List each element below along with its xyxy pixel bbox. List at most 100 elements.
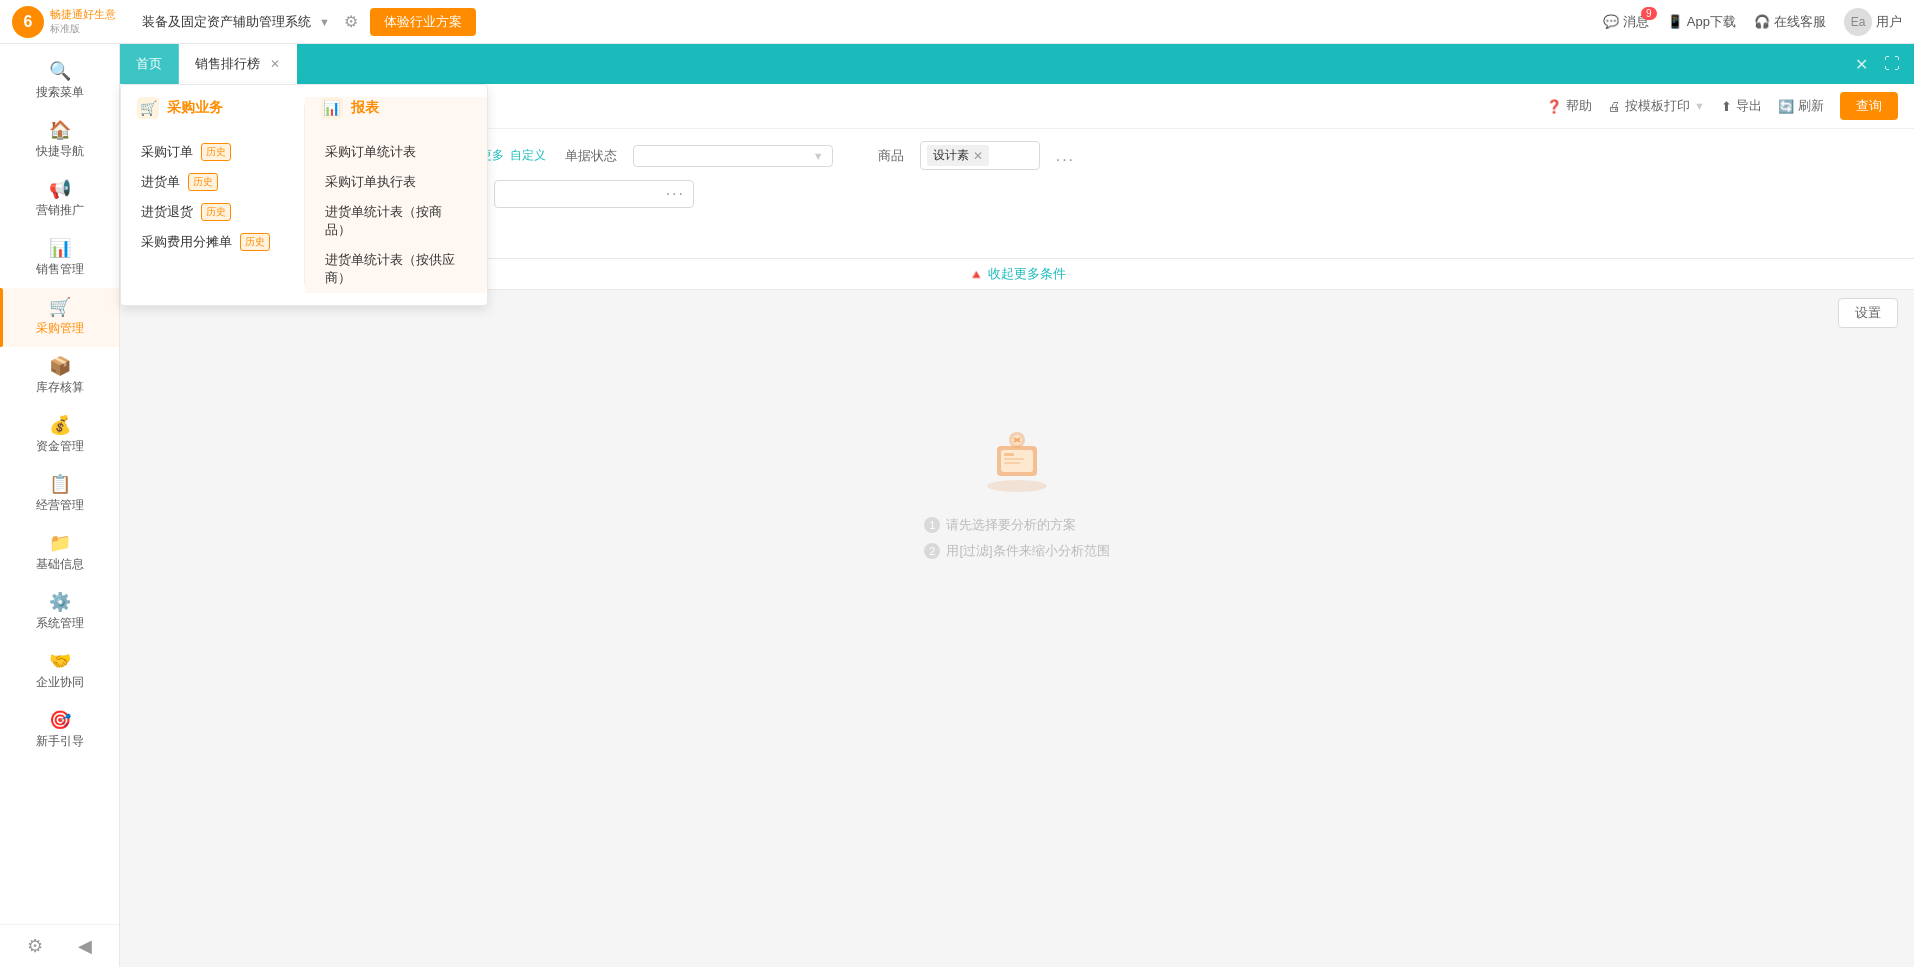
empty-illustration [977, 416, 1057, 496]
sidebar-item-label: 库存核算 [36, 379, 84, 396]
report-section-icon: 📊 [321, 97, 343, 119]
collapse-sidebar-icon[interactable]: ◀ [78, 935, 92, 957]
message-icon: 💬 [1603, 14, 1619, 29]
sidebar-item-operation[interactable]: 📋 经营管理 [0, 465, 119, 524]
gear-icon: ⚙️ [49, 593, 71, 611]
sidebar-item-label: 搜索菜单 [36, 84, 84, 101]
menu-item-inbound[interactable]: 进货单 历史 [137, 167, 288, 197]
online-service-item[interactable]: 🎧 在线客服 [1754, 13, 1826, 31]
sidebar-item-label: 经营管理 [36, 497, 84, 514]
handshake-icon: 🤝 [49, 652, 71, 670]
help-button[interactable]: ❓ 帮助 [1546, 97, 1592, 115]
menu-item-inbound-by-goods[interactable]: 进货单统计表（按商品） [321, 197, 472, 245]
svg-rect-4 [1004, 458, 1024, 460]
sidebar-item-quick-nav[interactable]: 🏠 快捷导航 [0, 111, 119, 170]
tip-num-1: 1 [924, 517, 940, 533]
purchase-menu-section: 🛒 采购业务 采购订单 历史 进货单 历史 进货退货 历史 采购费用分摊单 历史 [121, 97, 304, 293]
sidebar-item-system[interactable]: ⚙️ 系统管理 [0, 583, 119, 642]
message-item[interactable]: 💬 消息 9 [1603, 13, 1649, 31]
top-header: 6 畅捷通好生意 标准版 装备及固定资产辅助管理系统 ▼ ⚙ 体验行业方案 💬 … [0, 0, 1914, 44]
collapse-up-icon: 🔺 [968, 267, 984, 282]
export-button[interactable]: ⬆ 导出 [1721, 97, 1762, 115]
tab-right-controls: ✕ ⛶ [1849, 51, 1914, 78]
sidebar-item-basic-info[interactable]: 📁 基础信息 [0, 524, 119, 583]
help-icon: ❓ [1546, 99, 1562, 114]
print-button[interactable]: 🖨 按模板打印 ▼ [1608, 97, 1705, 115]
folder-icon: 📁 [49, 534, 71, 552]
sidebar-item-label: 企业协同 [36, 674, 84, 691]
empty-tips: 1 请先选择要分析的方案 2 用[过滤]条件来缩小分析范围 [924, 512, 1109, 564]
settings-button[interactable]: 设置 [1838, 298, 1898, 328]
logo-text-block: 畅捷通好生意 标准版 [50, 7, 116, 35]
chart-icon: 📊 [49, 239, 71, 257]
refresh-button[interactable]: 🔄 刷新 [1778, 97, 1824, 115]
refresh-icon: 🔄 [1778, 99, 1794, 114]
tab-close-all-icon[interactable]: ✕ [1849, 51, 1874, 78]
history-badge: 历史 [188, 173, 218, 191]
menu-item-order-exec[interactable]: 采购订单执行表 [321, 167, 472, 197]
report-section-title: 📊 报表 [321, 97, 472, 125]
sidebar-item-label: 销售管理 [36, 261, 84, 278]
money-icon: 💰 [49, 416, 71, 434]
tip-num-2: 2 [924, 543, 940, 559]
app-version: 标准版 [50, 22, 116, 36]
logo-icon: 6 [12, 6, 44, 38]
sidebar-item-label: 基础信息 [36, 556, 84, 573]
sidebar-item-label: 快捷导航 [36, 143, 84, 160]
sidebar-item-inventory[interactable]: 📦 库存核算 [0, 347, 119, 406]
tab-bar: 首页 销售排行榜 ✕ ✕ ⛶ [120, 44, 1914, 84]
history-badge: 历史 [201, 203, 231, 221]
svg-point-0 [987, 480, 1047, 492]
box-icon: 📦 [49, 357, 71, 375]
system-title: 装备及固定资产辅助管理系统 ▼ ⚙ [142, 12, 358, 31]
app-download-item[interactable]: 📱 App下载 [1667, 13, 1736, 31]
sidebar-item-finance[interactable]: 💰 资金管理 [0, 406, 119, 465]
menu-item-return[interactable]: 进货退货 历史 [137, 197, 288, 227]
collapse-text: 收起更多条件 [988, 265, 1066, 283]
search-icon: 🔍 [49, 62, 71, 80]
tab-home[interactable]: 首页 [120, 44, 179, 84]
sidebar-bottom: ⚙ ◀ [0, 924, 119, 967]
dropdown-arrow-icon[interactable]: ▼ [319, 16, 330, 28]
menu-item-cost-alloc[interactable]: 采购费用分摊单 历史 [137, 227, 288, 257]
sidebar: 🔍 搜索菜单 🏠 快捷导航 📢 营销推广 📊 销售管理 🛒 采购管理 📦 库存核… [0, 44, 120, 967]
menu-item-inbound-by-supplier[interactable]: 进货单统计表（按供应商） [321, 245, 472, 293]
goods-dots[interactable]: ... [1056, 147, 1075, 165]
message-badge: 9 [1641, 7, 1657, 20]
print-arrow-icon: ▼ [1694, 100, 1705, 112]
doc-status-select[interactable]: ▼ [633, 145, 833, 167]
doc-status-label: 单据状态 [562, 147, 617, 165]
tab-sales-ranking[interactable]: 销售排行榜 ✕ [179, 44, 297, 84]
goods-tag: 设计素 ✕ [927, 145, 989, 166]
report-menu-section: 📊 报表 采购订单统计表 采购订单执行表 进货单统计表（按商品） 进货单统计表（… [305, 97, 488, 293]
settings-icon[interactable]: ⚙ [344, 12, 358, 31]
sidebar-item-search[interactable]: 🔍 搜索菜单 [0, 52, 119, 111]
sidebar-item-guide[interactable]: 🎯 新手引导 [0, 701, 119, 760]
avatar: Ea [1844, 8, 1872, 36]
goods-filter[interactable]: 设计素 ✕ [920, 141, 1040, 170]
sidebar-item-sales[interactable]: 📊 销售管理 [0, 229, 119, 288]
logo-area: 6 畅捷通好生意 标准版 [12, 6, 132, 38]
sidebar-item-label: 系统管理 [36, 615, 84, 632]
sidebar-item-label: 采购管理 [36, 320, 84, 337]
purchase-section-icon: 🛒 [137, 97, 159, 119]
history-badge: 历史 [201, 143, 231, 161]
user-item[interactable]: Ea 用户 [1844, 8, 1902, 36]
menu-item-purchase-order[interactable]: 采购订单 历史 [137, 137, 288, 167]
target-icon: 🎯 [49, 711, 71, 729]
tab-fullscreen-icon[interactable]: ⛶ [1878, 51, 1906, 77]
query-button[interactable]: 查询 [1840, 92, 1898, 120]
sidebar-item-cooperation[interactable]: 🤝 企业协同 [0, 642, 119, 701]
salesman-dots: ··· [666, 185, 685, 203]
cart-icon: 🛒 [49, 298, 71, 316]
goods-tag-close[interactable]: ✕ [973, 149, 983, 163]
industry-button[interactable]: 体验行业方案 [370, 8, 476, 36]
sidebar-item-marketing[interactable]: 📢 营销推广 [0, 170, 119, 229]
goods-label: 商品 [849, 147, 904, 165]
sidebar-item-purchase[interactable]: 🛒 采购管理 [0, 288, 119, 347]
menu-item-order-stats[interactable]: 采购订单统计表 [321, 137, 472, 167]
salesman-select[interactable]: ··· [494, 180, 694, 208]
tab-close-icon[interactable]: ✕ [270, 57, 280, 71]
bottom-settings-icon[interactable]: ⚙ [27, 935, 43, 957]
preset-custom[interactable]: 自定义 [510, 147, 546, 164]
